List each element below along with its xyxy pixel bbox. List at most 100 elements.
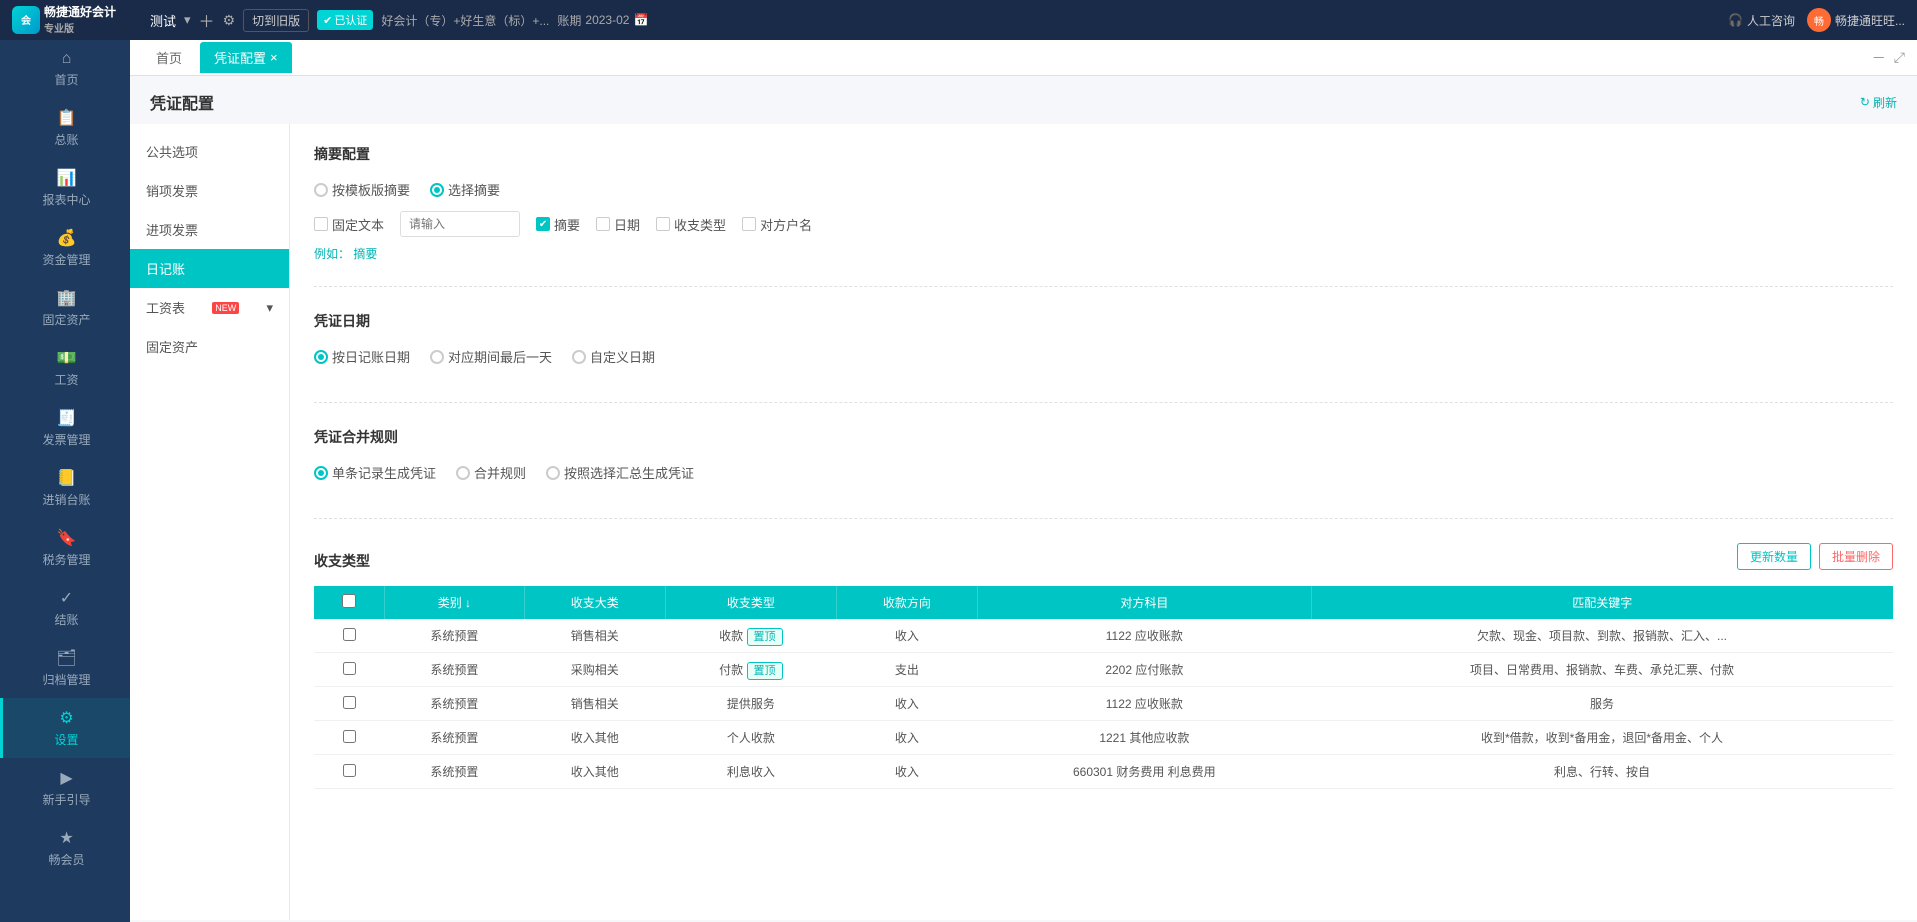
radio-select[interactable]: 选择摘要 [430, 180, 500, 199]
cell-keywords-1: 项目、日常费用、报销款、车费、承兑汇票、付款 [1311, 653, 1893, 687]
row-checkbox-1[interactable] [343, 662, 356, 675]
cell-category-4: 系统预置 [385, 755, 524, 789]
sidebar-item-trade[interactable]: 📒 进销台账 [0, 458, 130, 518]
radio-period-last-circle [430, 350, 444, 364]
radio-select-total[interactable]: 按照选择汇总生成凭证 [546, 463, 694, 482]
sidebar-item-invoice[interactable]: 🧾 发票管理 [0, 398, 130, 458]
checkbox-date[interactable]: 日期 [596, 215, 640, 234]
table-row: 系统预置 收入其他 利息收入 收入 660301 财务费用 利息费用 利息、行转… [314, 755, 1893, 789]
certified-label: 已认证 [334, 12, 367, 28]
sidebar-label-guide: 新手引导 [42, 791, 90, 808]
dropdown-arrow-icon[interactable]: ▾ [184, 12, 191, 28]
sidebar-item-member[interactable]: ★ 畅会员 [0, 818, 130, 878]
radio-template-circle [314, 183, 328, 197]
sidebar-label-salary: 工资 [54, 371, 78, 388]
service-button[interactable]: 🎧 人工咨询 [1728, 12, 1795, 29]
nav-item-sales-invoice[interactable]: 销项发票 [130, 171, 289, 210]
nav-item-journal[interactable]: 日记账 [130, 249, 289, 288]
sidebar-item-closing[interactable]: ✓ 结账 [0, 578, 130, 638]
logo-text: 畅捷通好会计 [44, 5, 116, 19]
checkbox-row: 固定文本 ✔ 摘要 日期 [314, 211, 1893, 237]
checkbox-counterparty[interactable]: 对方户名 [742, 215, 812, 234]
top-tag-1[interactable]: 置顶 [747, 662, 783, 680]
cell-category-3: 系统预置 [385, 721, 524, 755]
nav-item-public[interactable]: 公共选项 [130, 132, 289, 171]
tab-close-icon[interactable]: × [270, 50, 278, 65]
radio-merge-rule[interactable]: 合并规则 [456, 463, 526, 482]
radio-custom-date-circle [572, 350, 586, 364]
cell-sub-0: 收款 置顶 [665, 619, 836, 653]
tab-voucher-config[interactable]: 凭证配置 × [200, 42, 292, 73]
checkbox-summary[interactable]: ✔ 摘要 [536, 215, 580, 234]
checkbox-fixed-text[interactable]: 固定文本 [314, 215, 384, 234]
income-type-label: 收支类型 [674, 215, 726, 234]
fixed-text-input[interactable] [400, 211, 520, 237]
cell-keywords-2: 服务 [1311, 687, 1893, 721]
sidebar-item-ledger[interactable]: 📋 总账 [0, 98, 130, 158]
sidebar-label-ledger: 总账 [54, 131, 78, 148]
sidebar-item-reports[interactable]: 📊 报表中心 [0, 158, 130, 218]
sidebar-item-archive[interactable]: 🗂 归档管理 [0, 638, 130, 698]
checkbox-counterparty-box [742, 217, 756, 231]
checkbox-income-type[interactable]: 收支类型 [656, 215, 726, 234]
batch-delete-button[interactable]: 批量删除 [1819, 543, 1893, 570]
radio-period-last-label: 对应期间最后一天 [448, 347, 552, 366]
add-icon[interactable]: ＋ [199, 8, 215, 32]
example-prefix: 例如： [314, 247, 350, 261]
refresh-button[interactable]: ↻ 刷新 [1860, 94, 1897, 111]
sidebar-item-settings[interactable]: ⚙ 设置 [0, 698, 130, 758]
top-bar-content: 测试 ▾ ＋ ⚙ 切到旧版 ✔ 已认证 好会计（专）+好生意（标）+... 账期… [150, 8, 1720, 32]
counterparty-label: 对方户名 [760, 215, 812, 234]
sidebar-item-tax[interactable]: 🔖 税务管理 [0, 518, 130, 578]
cell-keywords-3: 收到*借款，收到*备用金，退回*备用金、个人 [1311, 721, 1893, 755]
radio-single-label: 单条记录生成凭证 [332, 463, 436, 482]
row-checkbox-2[interactable] [343, 696, 356, 709]
minimize-button[interactable]: － [1872, 48, 1886, 68]
refresh-icon: ↻ [1860, 95, 1870, 109]
radio-select-circle [430, 183, 444, 197]
maximize-button[interactable]: ⤢ [1894, 49, 1905, 66]
new-badge: NEW [212, 302, 239, 314]
row-checkbox-0[interactable] [343, 628, 356, 641]
radio-custom-date[interactable]: 自定义日期 [572, 347, 655, 366]
row-checkbox-4[interactable] [343, 764, 356, 777]
ledger-icon: 📋 [57, 108, 77, 128]
period-display: 账期 2023-02 📅 [557, 12, 648, 29]
switch-version-button[interactable]: 切到旧版 [243, 9, 309, 32]
cell-account-3: 1221 其他应收款 [978, 721, 1311, 755]
sidebar-item-assets[interactable]: 🏢 固定资产 [0, 278, 130, 338]
user-menu[interactable]: 畅 畅捷通旺旺... [1807, 8, 1905, 32]
radio-custom-date-label: 自定义日期 [590, 347, 655, 366]
sidebar-item-funds[interactable]: 💰 资金管理 [0, 218, 130, 278]
tab-home[interactable]: 首页 [142, 42, 196, 73]
calendar-icon[interactable]: 📅 [633, 13, 648, 27]
check-all-checkbox[interactable] [342, 594, 356, 608]
radio-journal-date[interactable]: 按日记账日期 [314, 347, 410, 366]
nav-item-fixed-assets[interactable]: 固定资产 [130, 327, 289, 366]
settings-icon[interactable]: ⚙ [223, 12, 236, 29]
date-label: 日期 [614, 215, 640, 234]
cell-account-4: 660301 财务费用 利息费用 [978, 755, 1311, 789]
radio-single[interactable]: 单条记录生成凭证 [314, 463, 436, 482]
sidebar-label-member: 畅会员 [48, 851, 84, 868]
nav-item-purchase-invoice[interactable]: 进项发票 [130, 210, 289, 249]
radio-template[interactable]: 按模板版摘要 [314, 180, 410, 199]
inner-layout: 公共选项 销项发票 进项发票 日记账 工资表 NEW ▾ [130, 124, 1917, 920]
sidebar-item-home[interactable]: ⌂ 首页 [0, 40, 130, 98]
sidebar-item-salary[interactable]: 💵 工资 [0, 338, 130, 398]
certified-badge: ✔ 已认证 [317, 10, 373, 30]
radio-period-last[interactable]: 对应期间最后一天 [430, 347, 552, 366]
invoice-icon: 🧾 [57, 408, 77, 428]
th-category[interactable]: 类别 ↓ [385, 586, 524, 619]
tab-voucher-label: 凭证配置 [214, 48, 266, 67]
summary-config-title: 摘要配置 [314, 144, 1893, 164]
funds-icon: 💰 [57, 228, 77, 248]
cell-dir-4: 收入 [836, 755, 977, 789]
row-checkbox-3[interactable] [343, 730, 356, 743]
update-button[interactable]: 更新数量 [1737, 543, 1811, 570]
fixed-text-label: 固定文本 [332, 215, 384, 234]
sidebar-label-tax: 税务管理 [42, 551, 90, 568]
sidebar-item-guide[interactable]: ▶ 新手引导 [0, 758, 130, 818]
top-tag-0[interactable]: 置顶 [747, 628, 783, 646]
nav-item-payroll[interactable]: 工资表 NEW ▾ [130, 288, 289, 327]
